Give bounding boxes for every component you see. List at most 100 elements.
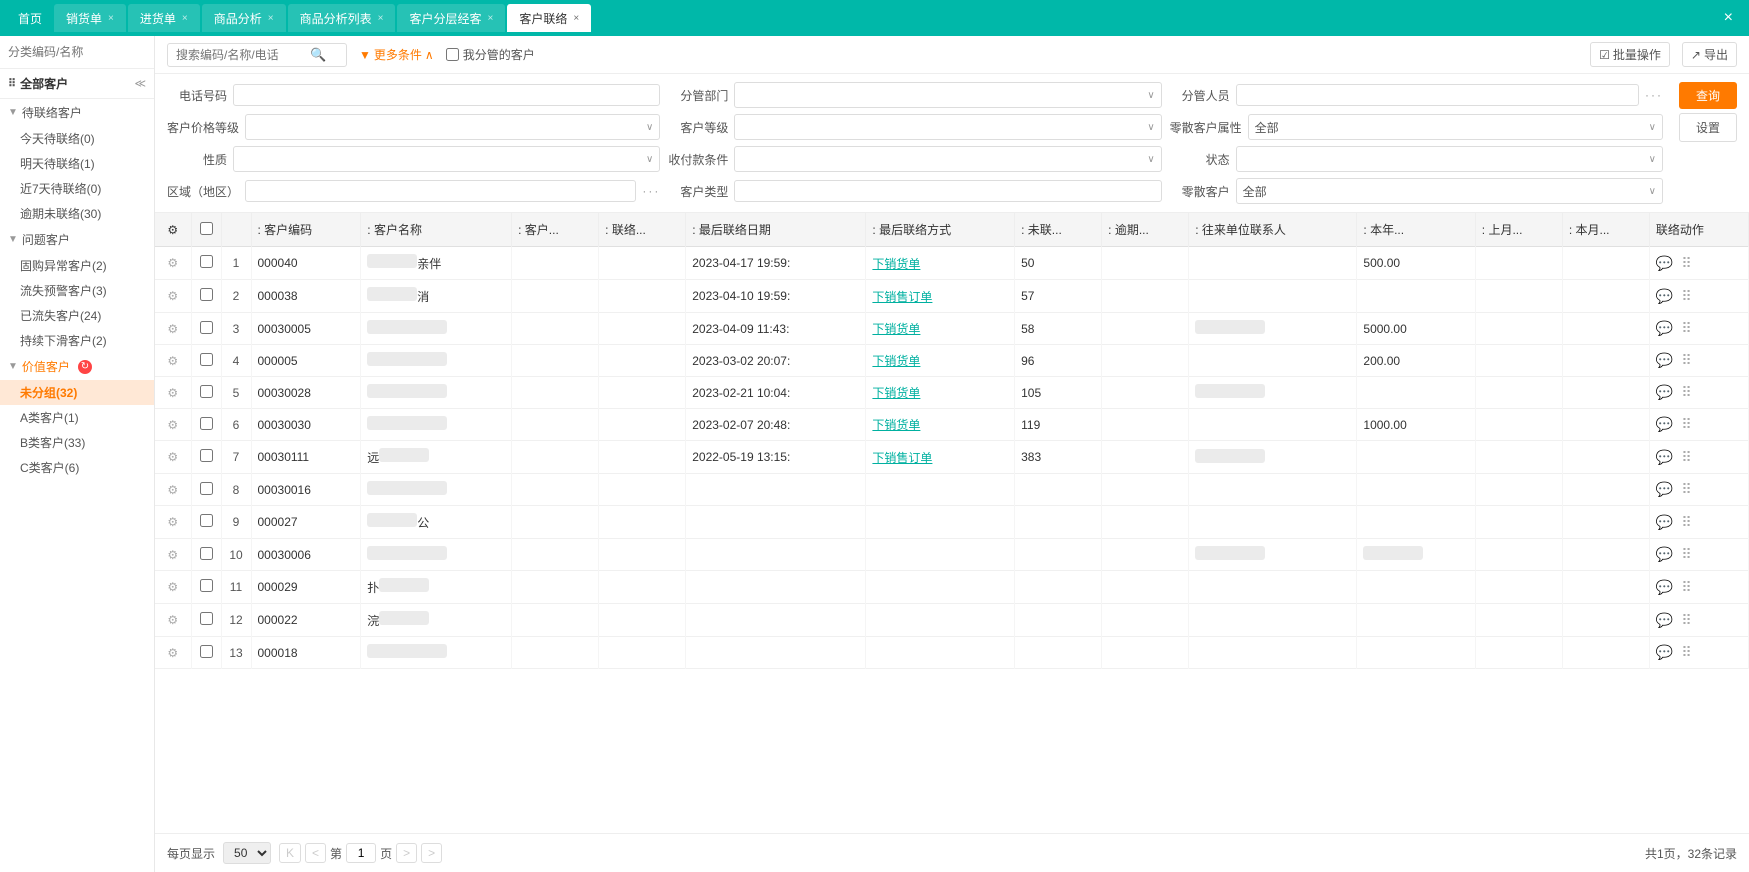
grid-action-icon[interactable]: ⠿ — [1681, 612, 1691, 629]
row-checkbox[interactable] — [200, 547, 213, 560]
gear-cell[interactable]: ⚙ — [155, 280, 191, 313]
row-checkbox[interactable] — [200, 255, 213, 268]
next-page-btn[interactable]: > — [396, 843, 417, 863]
prev-page-btn[interactable]: < — [305, 843, 326, 863]
sidebar-item-tomorrow-pending[interactable]: 明天待联络(1) — [0, 151, 154, 176]
settings-icon[interactable]: ⚙ — [167, 515, 178, 529]
sidebar-group-pending[interactable]: ▼ 待联络客户 — [0, 99, 154, 126]
message-icon[interactable]: 💬 — [1656, 612, 1673, 629]
page-number-input[interactable] — [346, 843, 376, 863]
method-link[interactable]: 下销货单 — [872, 322, 920, 336]
query-btn[interactable]: 查询 — [1679, 82, 1737, 109]
settings-icon[interactable]: ⚙ — [167, 450, 178, 464]
sidebar-item-7day-pending[interactable]: 近7天待联络(0) — [0, 176, 154, 201]
checkbox-cell[interactable] — [191, 247, 221, 280]
home-tab[interactable]: 首页 — [8, 10, 52, 27]
tab-purchase[interactable]: 进货单 × — [128, 4, 200, 32]
person-dots-btn[interactable]: ··· — [1645, 88, 1663, 102]
checkbox-cell[interactable] — [191, 637, 221, 669]
grid-action-icon[interactable]: ⠿ — [1681, 255, 1691, 272]
close-analysis-tab[interactable]: × — [268, 13, 274, 24]
gear-cell[interactable]: ⚙ — [155, 313, 191, 345]
checkbox-cell[interactable] — [191, 441, 221, 474]
method-link[interactable]: 下销货单 — [872, 354, 920, 368]
message-icon[interactable]: 💬 — [1656, 449, 1673, 466]
message-icon[interactable]: 💬 — [1656, 352, 1673, 369]
row-checkbox[interactable] — [200, 579, 213, 592]
phone-input[interactable] — [233, 84, 660, 106]
grid-action-icon[interactable]: ⠿ — [1681, 644, 1691, 661]
dept-select[interactable]: ∨ — [734, 82, 1161, 108]
grid-action-icon[interactable]: ⠿ — [1681, 320, 1691, 337]
sidebar-group-problem[interactable]: ▼ 问题客户 — [0, 226, 154, 253]
retail-select[interactable]: 全部 ∨ — [1236, 178, 1663, 204]
row-checkbox[interactable] — [200, 612, 213, 625]
sidebar-item-ungroup[interactable]: 未分组(32) — [0, 380, 154, 405]
gear-cell[interactable]: ⚙ — [155, 247, 191, 280]
tab-sales[interactable]: 销货单 × — [54, 4, 126, 32]
grid-action-icon[interactable]: ⠿ — [1681, 481, 1691, 498]
checkbox-cell[interactable] — [191, 313, 221, 345]
region-dots-btn[interactable]: ··· — [642, 184, 660, 198]
grid-action-icon[interactable]: ⠿ — [1681, 288, 1691, 305]
gear-cell[interactable]: ⚙ — [155, 571, 191, 604]
customer-type-input[interactable] — [734, 180, 1161, 202]
close-analysis-list-tab[interactable]: × — [378, 13, 384, 24]
last-page-btn[interactable]: > — [421, 843, 442, 863]
type-col-header[interactable]: : 客户... — [512, 213, 599, 247]
checkbox-cell[interactable] — [191, 409, 221, 441]
my-customers-checkbox[interactable]: 我分管的客户 — [446, 46, 535, 63]
gear-cell[interactable]: ⚙ — [155, 474, 191, 506]
checkbox-cell[interactable] — [191, 377, 221, 409]
checkbox-col-header[interactable] — [191, 213, 221, 247]
row-checkbox[interactable] — [200, 321, 213, 334]
grid-action-icon[interactable]: ⠿ — [1681, 352, 1691, 369]
this-year-col-header[interactable]: : 本年... — [1357, 213, 1475, 247]
gear-cell[interactable]: ⚙ — [155, 441, 191, 474]
grid-action-icon[interactable]: ⠿ — [1681, 546, 1691, 563]
unit-contact-col-header[interactable]: : 往来单位联系人 — [1189, 213, 1357, 247]
checkbox-cell[interactable] — [191, 280, 221, 313]
sidebar-item-abnormal[interactable]: 固购异常客户(2) — [0, 253, 154, 278]
grid-action-icon[interactable]: ⠿ — [1681, 416, 1691, 433]
settings-icon[interactable]: ⚙ — [167, 289, 178, 303]
row-checkbox[interactable] — [200, 353, 213, 366]
sidebar-item-declining[interactable]: 持续下滑客户(2) — [0, 328, 154, 353]
close-contact-tab[interactable]: × — [573, 13, 579, 24]
grid-action-icon[interactable]: ⠿ — [1681, 514, 1691, 531]
row-checkbox[interactable] — [200, 417, 213, 430]
price-grade-select[interactable]: ∨ — [245, 114, 660, 140]
message-icon[interactable]: 💬 — [1656, 579, 1673, 596]
more-conditions-btn[interactable]: ▼ 更多条件 ∧ — [359, 46, 434, 63]
grid-action-icon[interactable]: ⠿ — [1681, 449, 1691, 466]
method-link[interactable]: 下销售订单 — [872, 290, 932, 304]
batch-ops-btn[interactable]: ☑ 批量操作 — [1590, 42, 1670, 67]
sidebar-group-value[interactable]: ▼ 价值客户 ↻ — [0, 353, 154, 380]
checkbox-cell[interactable] — [191, 506, 221, 539]
sidebar-item-churned[interactable]: 已流失客户(24) — [0, 303, 154, 328]
sidebar-item-today-pending[interactable]: 今天待联络(0) — [0, 126, 154, 151]
settings-icon[interactable]: ⚙ — [167, 386, 178, 400]
reset-btn[interactable]: 设置 — [1679, 113, 1737, 142]
last-month-col-header[interactable]: : 上月... — [1475, 213, 1562, 247]
last-date-col-header[interactable]: : 最后联络日期 — [686, 213, 866, 247]
gear-cell[interactable]: ⚙ — [155, 604, 191, 637]
message-icon[interactable]: 💬 — [1656, 255, 1673, 272]
sidebar-item-class-b[interactable]: B类客户(33) — [0, 430, 154, 455]
select-all-checkbox[interactable] — [200, 222, 213, 235]
close-sales-tab[interactable]: × — [108, 13, 114, 24]
tab-customer-segment[interactable]: 客户分层经客 × — [397, 4, 505, 32]
code-col-header[interactable]: : 客户编码 — [251, 213, 361, 247]
tab-analysis-list[interactable]: 商品分析列表 × — [288, 4, 396, 32]
last-method-col-header[interactable]: : 最后联络方式 — [866, 213, 1015, 247]
settings-icon[interactable]: ⚙ — [167, 483, 178, 497]
search-input[interactable] — [176, 48, 306, 62]
this-month-col-header[interactable]: : 本月... — [1562, 213, 1649, 247]
row-checkbox[interactable] — [200, 385, 213, 398]
window-close-btn[interactable]: × — [1716, 9, 1741, 27]
first-page-btn[interactable]: K — [279, 843, 301, 863]
settings-icon[interactable]: ⚙ — [167, 613, 178, 627]
tab-analysis[interactable]: 商品分析 × — [202, 4, 286, 32]
message-icon[interactable]: 💬 — [1656, 481, 1673, 498]
row-checkbox[interactable] — [200, 288, 213, 301]
